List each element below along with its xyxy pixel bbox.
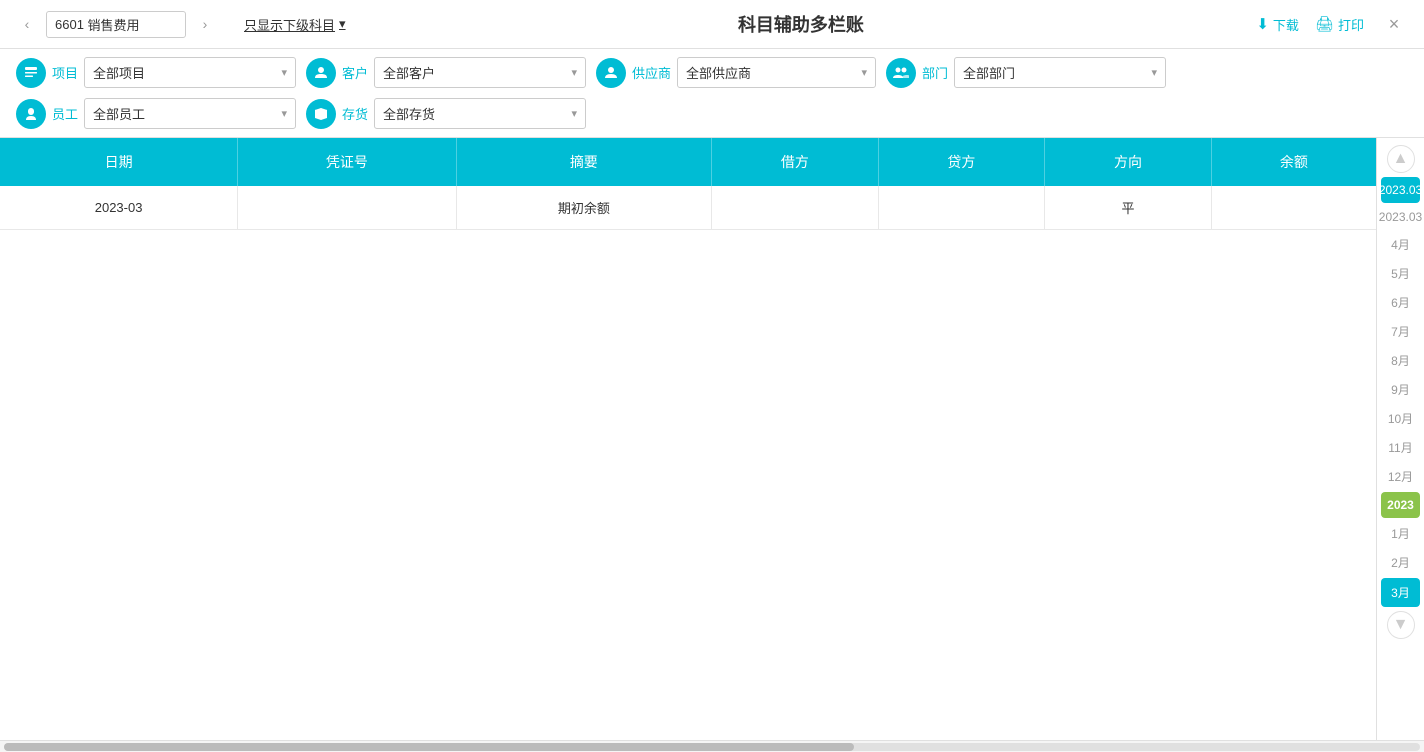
employee-value: 全部员工 xyxy=(93,104,145,123)
scroll-thumb xyxy=(4,743,854,751)
employee-label: 员工 xyxy=(52,104,78,123)
filter-group-department: 部门 全部部门 ▾ xyxy=(886,57,1166,88)
account-name: 销售费用 xyxy=(88,15,140,34)
col-credit: 贷方 xyxy=(878,138,1045,186)
project-arrow-icon: ▾ xyxy=(281,66,287,79)
customer-label: 客户 xyxy=(342,63,368,82)
employee-arrow-icon: ▾ xyxy=(281,107,287,120)
customer-select[interactable]: 全部客户 ▾ xyxy=(374,57,586,88)
close-button[interactable]: × xyxy=(1380,10,1408,38)
horizontal-scrollbar[interactable] xyxy=(0,740,1424,752)
filter-group-project: 项目 全部项目 ▾ xyxy=(16,57,296,88)
supplier-icon xyxy=(596,58,626,88)
cell-direction: 平 xyxy=(1045,186,1212,230)
cell-voucher xyxy=(238,186,456,230)
cell-summary: 期初余额 xyxy=(456,186,711,230)
project-icon xyxy=(16,58,46,88)
filter-group-inventory: 存货 全部存货 ▾ xyxy=(306,98,586,129)
sidebar-down-btn[interactable]: ▼ xyxy=(1387,611,1415,639)
table-area[interactable]: 日期 凭证号 摘要 借方 贷方 方向 余额 2023-03 期初余额 xyxy=(0,138,1376,740)
department-select[interactable]: 全部部门 ▾ xyxy=(954,57,1166,88)
customer-value: 全部客户 xyxy=(383,63,435,82)
download-icon: ⬇ xyxy=(1256,15,1269,33)
cell-credit xyxy=(878,186,1045,230)
prev-account-btn[interactable]: ‹ xyxy=(16,13,38,35)
project-value: 全部项目 xyxy=(93,63,145,82)
top-bar: ‹ 6601 销售费用 › 只显示下级科目 ▾ 科目辅助多栏账 ⬇ 下载 🖨 打… xyxy=(0,0,1424,49)
col-debit: 借方 xyxy=(712,138,879,186)
sidebar-item-7[interactable]: 7月 xyxy=(1377,317,1424,346)
inventory-icon xyxy=(306,99,336,129)
sidebar-item-5[interactable]: 5月 xyxy=(1377,259,1424,288)
next-account-btn[interactable]: › xyxy=(194,13,216,35)
sidebar-item-8[interactable]: 8月 xyxy=(1377,346,1424,375)
main-window: ‹ 6601 销售费用 › 只显示下级科目 ▾ 科目辅助多栏账 ⬇ 下载 🖨 打… xyxy=(0,0,1424,752)
filter-group-supplier: 供应商 全部供应商 ▾ xyxy=(596,57,876,88)
print-icon: 🖨 xyxy=(1315,15,1334,33)
filter-group-employee: 员工 全部员工 ▾ xyxy=(16,98,296,129)
customer-icon xyxy=(306,58,336,88)
project-label: 项目 xyxy=(52,63,78,82)
chevron-down-icon: ▾ xyxy=(339,16,346,32)
cell-date: 2023-03 xyxy=(0,186,238,230)
cell-balance xyxy=(1211,186,1376,230)
sidebar-item-11[interactable]: 11月 xyxy=(1377,433,1424,462)
sidebar-item-2023-03-highlight[interactable]: 2023.03 xyxy=(1381,177,1420,203)
sidebar-item-10[interactable]: 10月 xyxy=(1377,404,1424,433)
download-button[interactable]: ⬇ 下载 xyxy=(1256,15,1299,34)
supplier-arrow-icon: ▾ xyxy=(861,66,867,79)
sidebar-item-6[interactable]: 6月 xyxy=(1377,288,1424,317)
employee-select[interactable]: 全部员工 ▾ xyxy=(84,98,296,129)
scroll-track xyxy=(4,743,1420,751)
col-balance: 余额 xyxy=(1211,138,1376,186)
filter-group-customer: 客户 全部客户 ▾ xyxy=(306,57,586,88)
employee-icon xyxy=(16,99,46,129)
sidebar-item-2023-03[interactable]: 2023.03 xyxy=(1377,204,1424,230)
main-content: 日期 凭证号 摘要 借方 贷方 方向 余额 2023-03 期初余额 xyxy=(0,138,1424,740)
col-voucher: 凭证号 xyxy=(238,138,456,186)
sidebar-item-12[interactable]: 12月 xyxy=(1377,462,1424,491)
sidebar-item-year-2023[interactable]: 2023 xyxy=(1381,492,1420,518)
department-label: 部门 xyxy=(922,63,948,82)
department-arrow-icon: ▾ xyxy=(1151,66,1157,79)
sidebar-item-2[interactable]: 2月 xyxy=(1377,548,1424,577)
col-summary: 摘要 xyxy=(456,138,711,186)
account-code: 6601 xyxy=(55,17,84,32)
top-actions: ⬇ 下载 🖨 打印 xyxy=(1256,15,1364,34)
inventory-arrow-icon: ▾ xyxy=(571,107,577,120)
department-value: 全部部门 xyxy=(963,63,1015,82)
inventory-value: 全部存货 xyxy=(383,104,435,123)
department-icon xyxy=(886,58,916,88)
sidebar-item-1[interactable]: 1月 xyxy=(1377,519,1424,548)
inventory-select[interactable]: 全部存货 ▾ xyxy=(374,98,586,129)
table-header-row: 日期 凭证号 摘要 借方 贷方 方向 余额 xyxy=(0,138,1376,186)
account-code-box: 6601 销售费用 xyxy=(46,11,186,38)
supplier-value: 全部供应商 xyxy=(686,63,751,82)
right-sidebar: ▲ 2023.03 2023.03 4月 5月 6月 7月 8月 xyxy=(1376,138,1424,740)
supplier-label: 供应商 xyxy=(632,63,671,82)
sidebar-item-4[interactable]: 4月 xyxy=(1377,230,1424,259)
sidebar-up-btn[interactable]: ▲ xyxy=(1387,145,1415,173)
sidebar-item-3-active[interactable]: 3月 xyxy=(1381,578,1420,607)
supplier-select[interactable]: 全部供应商 ▾ xyxy=(677,57,876,88)
col-date: 日期 xyxy=(0,138,238,186)
table-row: 2023-03 期初余额 平 xyxy=(0,186,1376,230)
print-button[interactable]: 🖨 打印 xyxy=(1315,15,1364,34)
inventory-label: 存货 xyxy=(342,104,368,123)
project-select[interactable]: 全部项目 ▾ xyxy=(84,57,296,88)
cell-debit xyxy=(712,186,879,230)
page-title: 科目辅助多栏账 xyxy=(354,11,1249,37)
col-direction: 方向 xyxy=(1045,138,1212,186)
show-sub-button[interactable]: 只显示下级科目 ▾ xyxy=(244,15,346,34)
ledger-table: 日期 凭证号 摘要 借方 贷方 方向 余额 2023-03 期初余额 xyxy=(0,138,1376,230)
customer-arrow-icon: ▾ xyxy=(571,66,577,79)
filter-bar: 项目 全部项目 ▾ 客户 全部客户 ▾ 供应商 全部供应商 xyxy=(0,49,1424,138)
sidebar-item-9[interactable]: 9月 xyxy=(1377,375,1424,404)
